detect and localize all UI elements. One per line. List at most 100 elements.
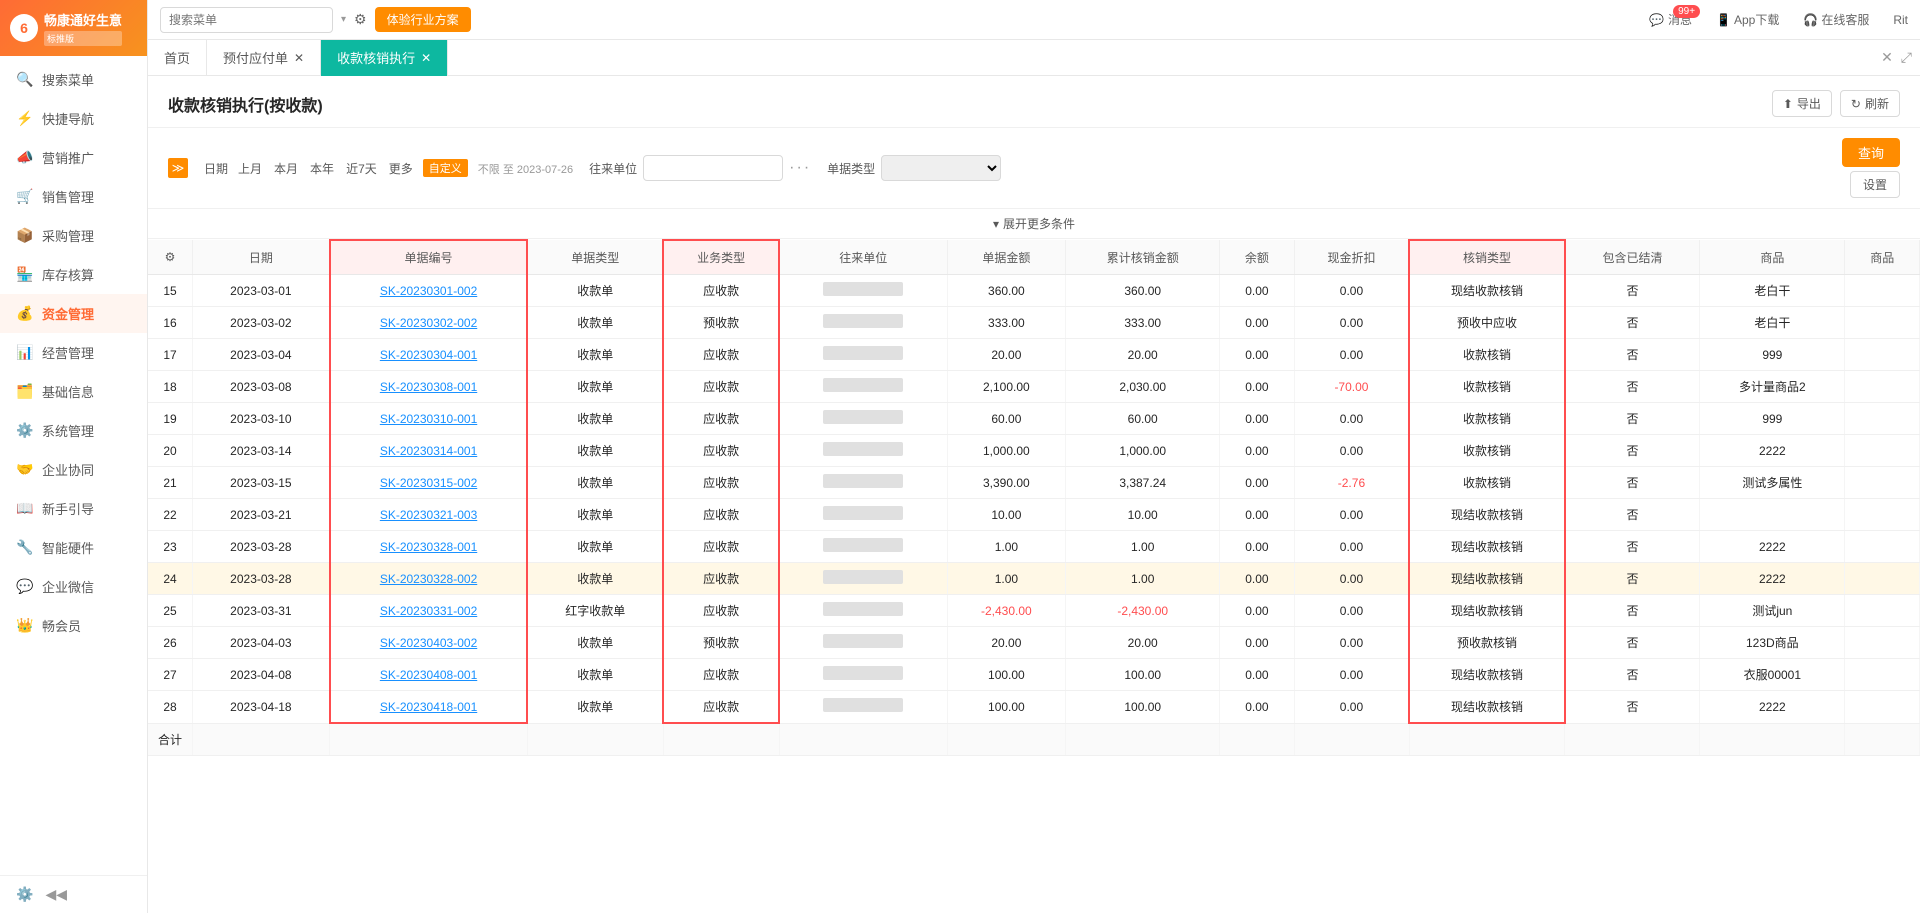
cell-cancel_amount: 20.00 bbox=[1066, 627, 1220, 659]
col-header-doc_no: 单据编号 bbox=[330, 240, 528, 275]
sidebar-item-企业协同[interactable]: 🤝企业协同 bbox=[0, 450, 147, 489]
doc-no-link[interactable]: SK-20230331-002 bbox=[380, 604, 477, 618]
nav-icon: 🔍 bbox=[16, 71, 34, 88]
sidebar-item-快捷导航[interactable]: ⚡快捷导航 bbox=[0, 99, 147, 138]
date-last-month[interactable]: 上月 bbox=[234, 159, 266, 178]
filter-toggle-button[interactable]: ≫ bbox=[168, 158, 188, 178]
date-more[interactable]: 更多 bbox=[385, 159, 417, 178]
cell-product2 bbox=[1845, 339, 1920, 371]
search-input[interactable] bbox=[160, 7, 333, 33]
cell-balance: 0.00 bbox=[1220, 307, 1295, 339]
doc-no-link[interactable]: SK-20230321-003 bbox=[380, 508, 477, 522]
tab-label: 首页 bbox=[164, 48, 190, 67]
table-settings-icon[interactable]: ⚙ bbox=[165, 250, 176, 264]
sidebar-item-企业微信[interactable]: 💬企业微信 bbox=[0, 567, 147, 606]
app-download-button[interactable]: 📱 App下载 bbox=[1716, 11, 1779, 28]
doc-no-link[interactable]: SK-20230328-002 bbox=[380, 572, 477, 586]
doc-no-link[interactable]: SK-20230310-001 bbox=[380, 412, 477, 426]
partner-filter-input[interactable] bbox=[643, 155, 783, 181]
settings-button[interactable]: 设置 bbox=[1850, 171, 1900, 198]
cell-date: 2023-03-28 bbox=[193, 563, 330, 595]
refresh-button[interactable]: ↻ 刷新 bbox=[1840, 90, 1900, 117]
cell-included: 否 bbox=[1565, 595, 1700, 627]
sidebar-item-label: 采购管理 bbox=[42, 226, 94, 245]
tab-close-icon[interactable]: ✕ bbox=[421, 51, 431, 65]
sidebar-item-资金管理[interactable]: 💰资金管理 bbox=[0, 294, 147, 333]
sidebar-item-label: 企业微信 bbox=[42, 577, 94, 596]
doc-no-link[interactable]: SK-20230408-001 bbox=[380, 668, 477, 682]
close-tab-button[interactable]: ✕ bbox=[1881, 49, 1893, 66]
cell-biz_type: 应收款 bbox=[663, 659, 779, 691]
doctype-filter-select[interactable] bbox=[881, 155, 1001, 181]
sidebar-item-库存核算[interactable]: 🏪库存核算 bbox=[0, 255, 147, 294]
industry-solution-button[interactable]: 体验行业方案 bbox=[375, 7, 471, 32]
query-button[interactable]: 查询 bbox=[1842, 138, 1900, 167]
cell-cancel_amount: 1.00 bbox=[1066, 531, 1220, 563]
doc-no-link[interactable]: SK-20230302-002 bbox=[380, 316, 477, 330]
tab-预付应付单[interactable]: 预付应付单✕ bbox=[207, 40, 321, 76]
doc-no-link[interactable]: SK-20230301-002 bbox=[380, 284, 477, 298]
more-options-icon[interactable]: ··· bbox=[789, 159, 811, 177]
cell-doc_no: SK-20230308-001 bbox=[330, 371, 528, 403]
cell-product: 测试jun bbox=[1700, 595, 1845, 627]
sidebar-item-基础信息[interactable]: 🗂️基础信息 bbox=[0, 372, 147, 411]
sidebar-item-新手引导[interactable]: 📖新手引导 bbox=[0, 489, 147, 528]
cell-included: 否 bbox=[1565, 371, 1700, 403]
settings-icon[interactable]: ⚙️ bbox=[16, 886, 33, 903]
tab-收款核销执行[interactable]: 收款核销执行✕ bbox=[321, 40, 448, 76]
cell-cancel_amount: 60.00 bbox=[1066, 403, 1220, 435]
sidebar-item-智能硬件[interactable]: 🔧智能硬件 bbox=[0, 528, 147, 567]
sidebar-item-畅会员[interactable]: 👑畅会员 bbox=[0, 606, 147, 645]
sidebar-item-经营管理[interactable]: 📊经营管理 bbox=[0, 333, 147, 372]
refresh-icon: ↻ bbox=[1851, 97, 1861, 111]
sidebar-item-营销推广[interactable]: 📣营销推广 bbox=[0, 138, 147, 177]
doc-no-link[interactable]: SK-20230314-001 bbox=[380, 444, 477, 458]
cell-included: 否 bbox=[1565, 467, 1700, 499]
date-7days[interactable]: 近7天 bbox=[342, 159, 381, 178]
cell-product: 多计量商品2 bbox=[1700, 371, 1845, 403]
message-button[interactable]: 💬 消息 99+ bbox=[1649, 11, 1692, 28]
cell-doc_no: SK-20230331-002 bbox=[330, 595, 528, 627]
cell-amount: 2,100.00 bbox=[947, 371, 1066, 403]
sidebar-item-采购管理[interactable]: 📦采购管理 bbox=[0, 216, 147, 255]
date-filter-group: 日期 上月 本月 本年 近7天 更多 自定义 不限 至 2023-07-26 bbox=[204, 159, 573, 178]
nav-icon: 🏪 bbox=[16, 266, 34, 283]
export-button[interactable]: ⬆ 导出 bbox=[1772, 90, 1832, 117]
doc-no-link[interactable]: SK-20230315-002 bbox=[380, 476, 477, 490]
collapse-icon[interactable]: ◀◀ bbox=[45, 886, 67, 903]
doc-no-link[interactable]: SK-20230308-001 bbox=[380, 380, 477, 394]
total-cell-biz_type bbox=[663, 723, 779, 755]
cell-date: 2023-03-04 bbox=[193, 339, 330, 371]
online-service-button[interactable]: 🎧 在线客服 bbox=[1803, 11, 1869, 28]
user-name[interactable]: Rit bbox=[1893, 13, 1908, 27]
gear-icon[interactable]: ⚙ bbox=[354, 11, 367, 28]
tab-首页[interactable]: 首页 bbox=[148, 40, 207, 76]
dropdown-arrow-icon[interactable]: ▾ bbox=[341, 14, 346, 25]
date-filter-label: 日期 bbox=[204, 160, 228, 177]
sidebar-item-label: 资金管理 bbox=[42, 304, 94, 323]
cell-balance: 0.00 bbox=[1220, 627, 1295, 659]
sidebar-item-搜索菜单[interactable]: 🔍搜索菜单 bbox=[0, 60, 147, 99]
data-table: ⚙日期单据编号单据类型业务类型往来单位单据金额累计核销金额余额现金折扣核销类型包… bbox=[148, 239, 1920, 756]
doc-no-link[interactable]: SK-20230418-001 bbox=[380, 700, 477, 714]
nav-icon: 🔧 bbox=[16, 539, 34, 556]
doc-no-link[interactable]: SK-20230403-002 bbox=[380, 636, 477, 650]
date-custom-button[interactable]: 自定义 bbox=[423, 159, 468, 177]
table-row: 212023-03-15SK-20230315-002收款单应收款3,390.0… bbox=[148, 467, 1920, 499]
expand-more-button[interactable]: ▾ 展开更多条件 bbox=[993, 215, 1075, 232]
date-this-month[interactable]: 本月 bbox=[270, 159, 302, 178]
table-row: 172023-03-04SK-20230304-001收款单应收款20.0020… bbox=[148, 339, 1920, 371]
tab-close-icon[interactable]: ✕ bbox=[294, 51, 304, 65]
date-this-year[interactable]: 本年 bbox=[306, 159, 338, 178]
cell-biz_type: 预收款 bbox=[663, 307, 779, 339]
sidebar-item-销售管理[interactable]: 🛒销售管理 bbox=[0, 177, 147, 216]
cell-settings: 26 bbox=[148, 627, 193, 659]
sidebar-item-系统管理[interactable]: ⚙️系统管理 bbox=[0, 411, 147, 450]
cell-doc_no: SK-20230301-002 bbox=[330, 275, 528, 307]
cell-date: 2023-03-08 bbox=[193, 371, 330, 403]
doc-no-link[interactable]: SK-20230328-001 bbox=[380, 540, 477, 554]
cell-cancel_amount: 2,030.00 bbox=[1066, 371, 1220, 403]
doc-no-link[interactable]: SK-20230304-001 bbox=[380, 348, 477, 362]
col-header-doc_type: 单据类型 bbox=[527, 240, 663, 275]
expand-tab-button[interactable]: ⤢ bbox=[1901, 49, 1912, 66]
